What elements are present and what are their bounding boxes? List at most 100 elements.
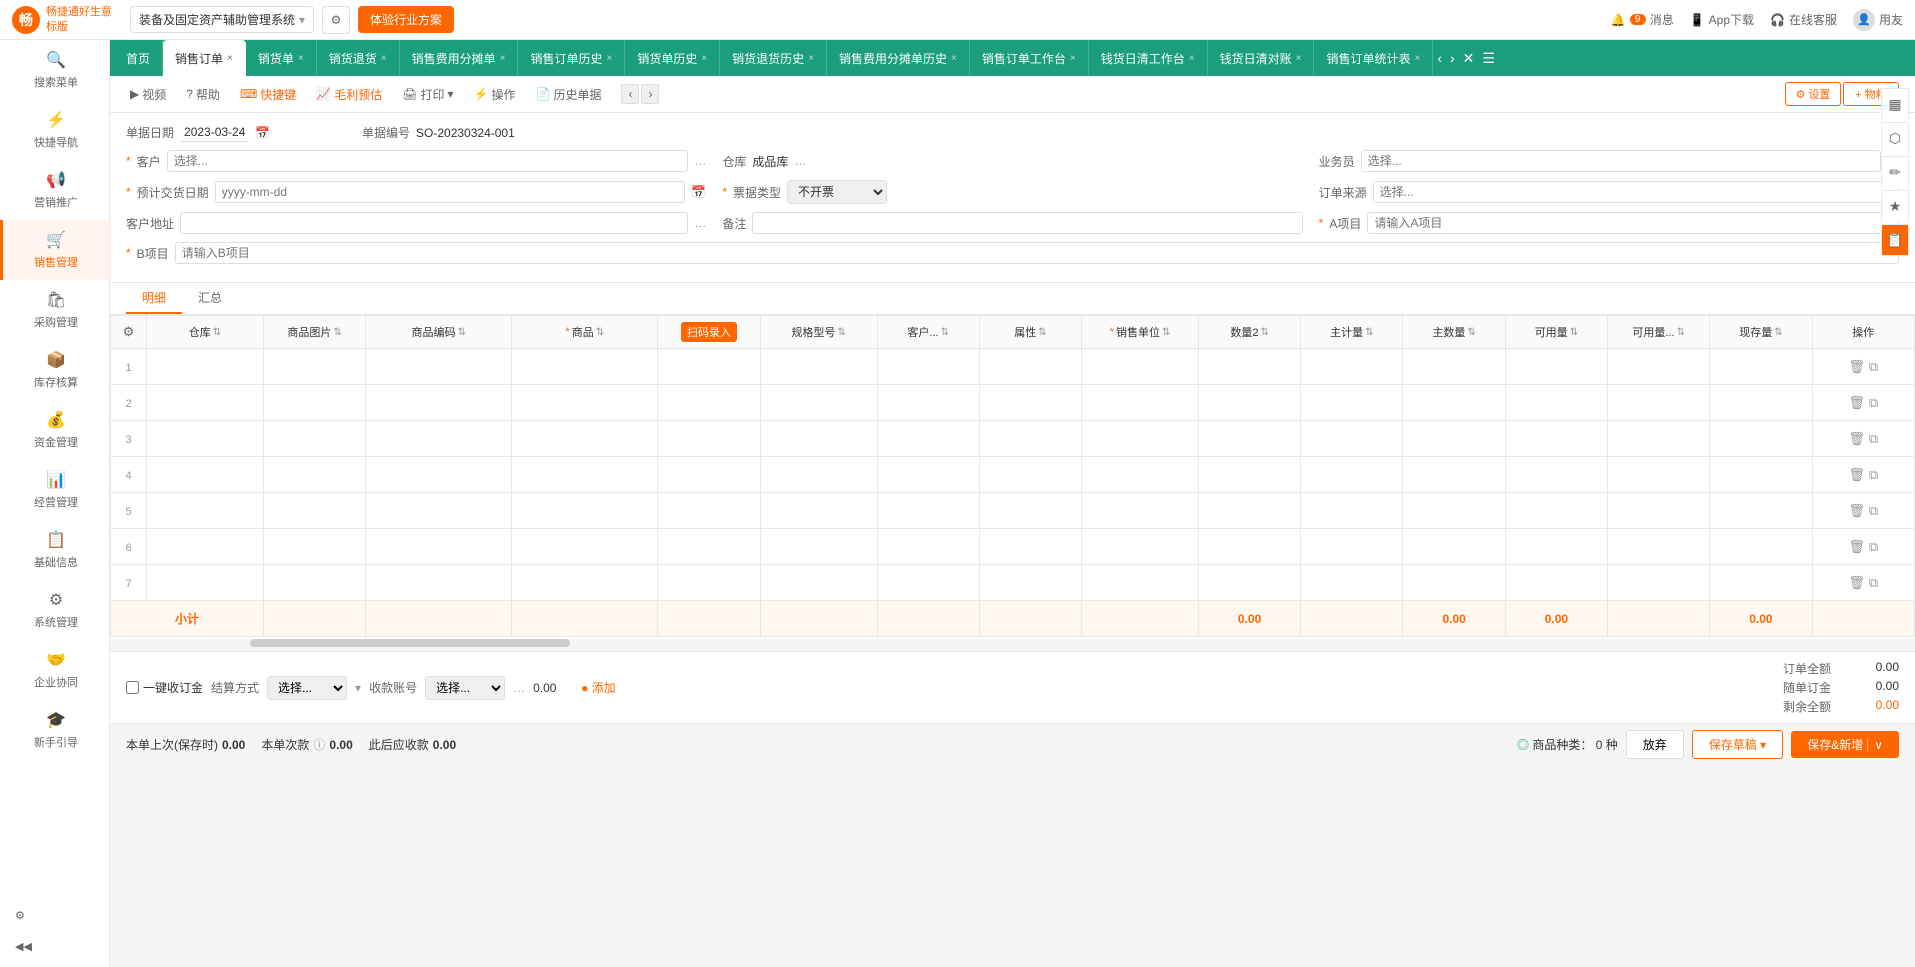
row-4-customer[interactable] <box>877 457 979 493</box>
detail-tab-mingxi[interactable]: 明细 <box>126 283 182 314</box>
table-gear-icon[interactable]: ⚙ <box>123 324 135 339</box>
one-click-deposit-input[interactable] <box>126 681 139 694</box>
b-project-input[interactable] <box>175 242 1899 264</box>
order-date-value[interactable]: 2023-03-24 <box>180 123 249 142</box>
side-tool-4[interactable]: ★ <box>1881 190 1909 222</box>
sort-icon-attribute[interactable]: ⇅ <box>1038 327 1046 338</box>
row-6-unit[interactable] <box>1082 529 1199 565</box>
row-7-image[interactable] <box>263 565 365 601</box>
operation-button[interactable]: ⚡ 操作 <box>470 84 520 105</box>
row-7-qty2[interactable] <box>1198 565 1300 601</box>
tab-invoice-history[interactable]: 销货单历史 × <box>625 40 720 76</box>
row-5-main-qty[interactable] <box>1403 493 1505 529</box>
row-5-available[interactable] <box>1505 493 1607 529</box>
row-6-delete-button[interactable]: 🗑 <box>1848 539 1865 555</box>
th-gear[interactable]: ⚙ <box>111 316 147 349</box>
row-4-available[interactable] <box>1505 457 1607 493</box>
tab-sales-order-history[interactable]: 销售订单历史 × <box>518 40 625 76</box>
row-3-copy-button[interactable]: ⧉ <box>1869 431 1878 447</box>
settings-gear-button[interactable]: ⚙ <box>322 6 350 34</box>
tab-close-all-button[interactable]: ✕ <box>1459 50 1479 67</box>
row-6-attr[interactable] <box>979 529 1081 565</box>
side-tool-1[interactable]: ▦ <box>1881 88 1909 120</box>
tab-return-history[interactable]: 销货退货历史 × <box>720 40 827 76</box>
row-6-product[interactable] <box>512 529 658 565</box>
row-3-warehouse[interactable] <box>147 421 264 457</box>
system-selector[interactable]: 装备及固定资产辅助管理系统 ▾ <box>130 6 314 33</box>
payment-method-select[interactable]: 选择... <box>267 676 347 700</box>
calendar-icon[interactable]: 📅 <box>255 126 270 140</box>
tab-expense-history[interactable]: 销售费用分摊单历史 × <box>827 40 970 76</box>
address-input[interactable] <box>180 212 688 234</box>
row-6-copy-button[interactable]: ⧉ <box>1869 539 1878 555</box>
tab-menu-button[interactable]: ☰ <box>1478 50 1499 67</box>
row-4-scan[interactable] <box>658 457 760 493</box>
row-5-image[interactable] <box>263 493 365 529</box>
sort-icon-main-measure[interactable]: ⇅ <box>1365 327 1373 338</box>
sidebar-item-search[interactable]: 🔍 搜索菜单 <box>0 40 109 100</box>
sort-icon-qty2[interactable]: ⇅ <box>1260 327 1268 338</box>
tab-sales-return[interactable]: 销货退货 × <box>317 40 400 76</box>
row-5-copy-button[interactable]: ⧉ <box>1869 503 1878 519</box>
row-1-spec[interactable] <box>760 349 877 385</box>
customer-dots-button[interactable]: … <box>694 154 706 168</box>
page-prev-button[interactable]: ‹ <box>621 84 639 104</box>
tab-prev-button[interactable]: ‹ <box>1433 50 1446 66</box>
row-4-available2[interactable] <box>1608 457 1710 493</box>
tab-invoice-history-close[interactable]: × <box>701 53 707 64</box>
tab-cash-workbench-close[interactable]: × <box>1189 53 1195 64</box>
tab-sales-return-close[interactable]: × <box>381 53 387 64</box>
industry-solution-button[interactable]: 体验行业方案 <box>358 6 454 33</box>
row-4-main-measure[interactable] <box>1301 457 1403 493</box>
row-1-image[interactable] <box>263 349 365 385</box>
info-icon[interactable]: ⓘ <box>313 736 325 753</box>
row-6-scan[interactable] <box>658 529 760 565</box>
row-5-scan[interactable] <box>658 493 760 529</box>
row-2-copy-button[interactable]: ⧉ <box>1869 395 1878 411</box>
row-6-customer[interactable] <box>877 529 979 565</box>
delivery-calendar-icon[interactable]: 📅 <box>691 185 706 199</box>
row-3-unit[interactable] <box>1082 421 1199 457</box>
row-1-product[interactable] <box>512 349 658 385</box>
notifications-button[interactable]: 🔔 9 消息 <box>1611 11 1674 28</box>
tab-sales-statistics-close[interactable]: × <box>1414 53 1420 64</box>
row-1-attr[interactable] <box>979 349 1081 385</box>
row-7-warehouse[interactable] <box>147 565 264 601</box>
row-7-copy-button[interactable]: ⧉ <box>1869 575 1878 591</box>
app-download-button[interactable]: 📱 App下载 <box>1690 11 1754 28</box>
discard-button[interactable]: 放弃 <box>1626 730 1684 759</box>
row-5-qty2[interactable] <box>1198 493 1300 529</box>
row-2-main-qty[interactable] <box>1403 385 1505 421</box>
row-2-available2[interactable] <box>1608 385 1710 421</box>
row-2-attr[interactable] <box>979 385 1081 421</box>
settings-button[interactable]: ⚙ 设置 <box>1785 82 1841 106</box>
row-2-spec[interactable] <box>760 385 877 421</box>
row-5-warehouse[interactable] <box>147 493 264 529</box>
sort-icon-main-qty[interactable]: ⇅ <box>1467 327 1475 338</box>
help-button[interactable]: ? 帮助 <box>182 84 224 105</box>
history-button[interactable]: 📄 历史单据 <box>532 84 606 105</box>
row-3-qty2[interactable] <box>1198 421 1300 457</box>
row-6-available[interactable] <box>1505 529 1607 565</box>
salesperson-input[interactable] <box>1361 150 1881 172</box>
add-row-button[interactable]: ● 添加 <box>581 679 616 696</box>
row-2-customer[interactable] <box>877 385 979 421</box>
tab-sales-statistics[interactable]: 销售订单统计表 × <box>1314 40 1433 76</box>
tab-sales-invoice[interactable]: 销货单 × <box>246 40 317 76</box>
print-button[interactable]: 🖨 打印 ▾ <box>398 84 457 105</box>
row-4-main-qty[interactable] <box>1403 457 1505 493</box>
sidebar-item-marketing[interactable]: 📢 营销推广 <box>0 160 109 220</box>
customer-input[interactable] <box>167 150 689 172</box>
row-1-delete-button[interactable]: 🗑 <box>1848 359 1865 375</box>
tab-home[interactable]: 首页 <box>114 40 163 76</box>
warehouse-value[interactable]: 成品库 <box>752 153 788 170</box>
row-6-image[interactable] <box>263 529 365 565</box>
sort-icon-image[interactable]: ⇅ <box>333 327 341 338</box>
row-5-code[interactable] <box>366 493 512 529</box>
tab-sales-expense-close[interactable]: × <box>500 53 506 64</box>
one-click-deposit-checkbox[interactable]: 一键收订金 <box>126 679 203 696</box>
save-new-button[interactable]: 保存&新增 ∨ <box>1791 731 1899 758</box>
row-3-available[interactable] <box>1505 421 1607 457</box>
tab-cash-reconcile-close[interactable]: × <box>1296 53 1302 64</box>
sidebar-item-system[interactable]: ⚙ 系统管理 <box>0 580 109 640</box>
